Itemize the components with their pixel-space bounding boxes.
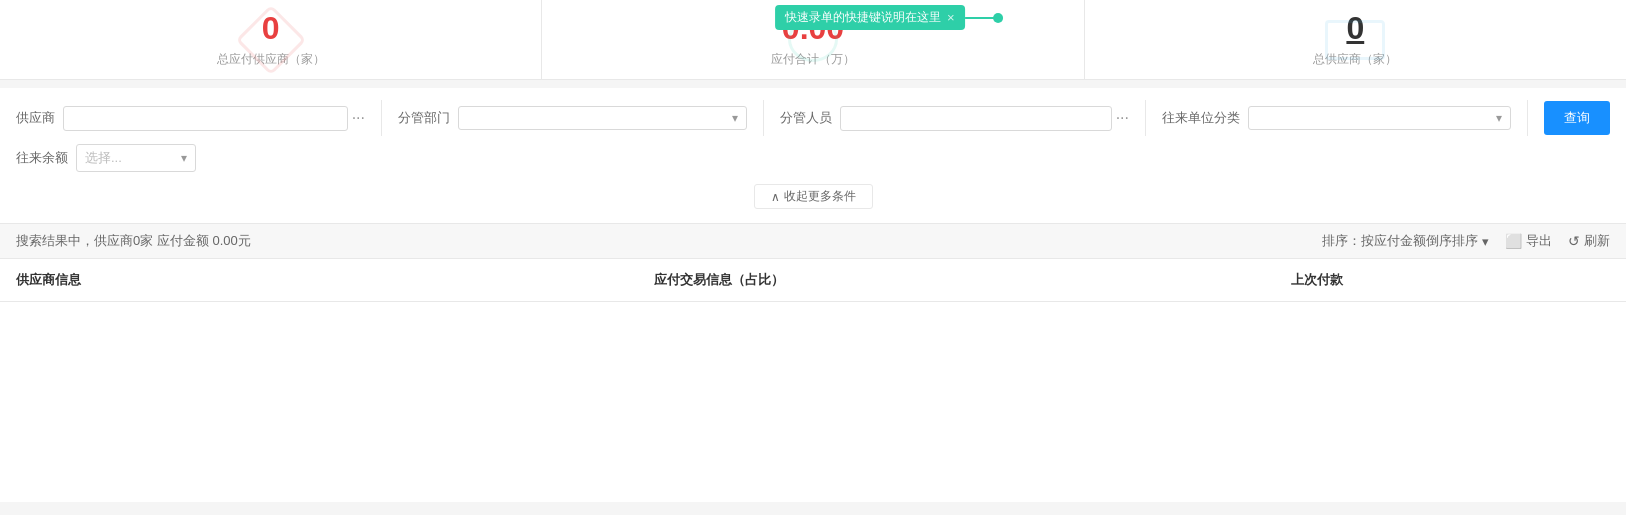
balance-label: 往来余额 <box>16 149 68 167</box>
summary-total-suppliers: 0 总供应商（家） <box>1085 0 1626 79</box>
manager-label: 分管人员 <box>780 109 832 127</box>
unit-category-chevron: ▾ <box>1496 111 1502 125</box>
export-button[interactable]: ⬜ 导出 <box>1505 232 1552 250</box>
export-label: 导出 <box>1526 232 1552 250</box>
tooltip-dot <box>993 13 1003 23</box>
filter-row-1: 供应商 ··· 分管部门 ▾ 分管人员 ··· 往来单位分类 ▾ 查询 <box>16 100 1610 136</box>
collapse-row: ∧ 收起更多条件 <box>16 180 1610 217</box>
summary-payable-total: 快速录单的快捷键说明在这里 × 0.00 应付合计（万） <box>542 0 1084 79</box>
results-info: 搜索结果中，供应商0家 应付金额 0.00元 <box>16 232 251 250</box>
department-chevron: ▾ <box>732 111 738 125</box>
balance-chevron: ▾ <box>181 151 187 165</box>
table-body <box>0 302 1626 502</box>
tooltip-close-button[interactable]: × <box>947 10 955 25</box>
results-actions: 排序：按应付金额倒序排序 ▾ ⬜ 导出 ↺ 刷新 <box>1322 232 1610 250</box>
collapse-label: 收起更多条件 <box>784 188 856 205</box>
diamond-icon <box>246 15 296 65</box>
supplier-input[interactable] <box>63 106 348 131</box>
card-icon <box>1325 20 1385 60</box>
col-transaction-header: 应付交易信息（占比） <box>654 271 1292 289</box>
summary-total-payable-suppliers: 0 总应付供应商（家） <box>0 0 542 79</box>
unit-category-filter-field: 往来单位分类 ▾ <box>1146 100 1528 136</box>
refresh-button[interactable]: ↺ 刷新 <box>1568 232 1610 250</box>
refresh-icon: ↺ <box>1568 233 1580 249</box>
query-button[interactable]: 查询 <box>1544 101 1610 135</box>
manager-dots[interactable]: ··· <box>1116 109 1129 127</box>
sort-label: 排序：按应付金额倒序排序 <box>1322 232 1478 250</box>
balance-placeholder: 选择... <box>85 149 122 167</box>
filter-bar: 供应商 ··· 分管部门 ▾ 分管人员 ··· 往来单位分类 ▾ 查询 <box>0 88 1626 224</box>
manager-input[interactable] <box>840 106 1112 131</box>
department-label: 分管部门 <box>398 109 450 127</box>
summary-bar: 0 总应付供应商（家） 快速录单的快捷键说明在这里 × 0.00 应付合计（万）… <box>0 0 1626 80</box>
shortcut-tooltip: 快速录单的快捷键说明在这里 × <box>775 5 965 30</box>
col-last-payment-header: 上次付款 <box>1291 271 1610 289</box>
sort-chevron: ▾ <box>1482 234 1489 249</box>
export-icon: ⬜ <box>1505 233 1522 249</box>
department-select[interactable]: ▾ <box>458 106 747 130</box>
refresh-label: 刷新 <box>1584 232 1610 250</box>
results-bar: 搜索结果中，供应商0家 应付金额 0.00元 排序：按应付金额倒序排序 ▾ ⬜ … <box>0 224 1626 259</box>
department-filter-field: 分管部门 ▾ <box>382 100 764 136</box>
supplier-dots[interactable]: ··· <box>352 109 365 127</box>
supplier-label: 供应商 <box>16 109 55 127</box>
table-header: 供应商信息 应付交易信息（占比） 上次付款 <box>0 259 1626 302</box>
filter-row-2: 往来余额 选择... ▾ <box>16 144 1610 180</box>
supplier-filter-field: 供应商 ··· <box>16 100 382 136</box>
balance-select[interactable]: 选择... ▾ <box>76 144 196 172</box>
manager-filter-field: 分管人员 ··· <box>764 100 1146 136</box>
collapse-button[interactable]: ∧ 收起更多条件 <box>754 184 873 209</box>
collapse-icon: ∧ <box>771 190 780 204</box>
tooltip-text: 快速录单的快捷键说明在这里 <box>785 9 941 26</box>
unit-category-label: 往来单位分类 <box>1162 109 1240 127</box>
sort-select[interactable]: 排序：按应付金额倒序排序 ▾ <box>1322 232 1489 250</box>
unit-category-select[interactable]: ▾ <box>1248 106 1511 130</box>
col-supplier-info-header: 供应商信息 <box>16 271 654 289</box>
